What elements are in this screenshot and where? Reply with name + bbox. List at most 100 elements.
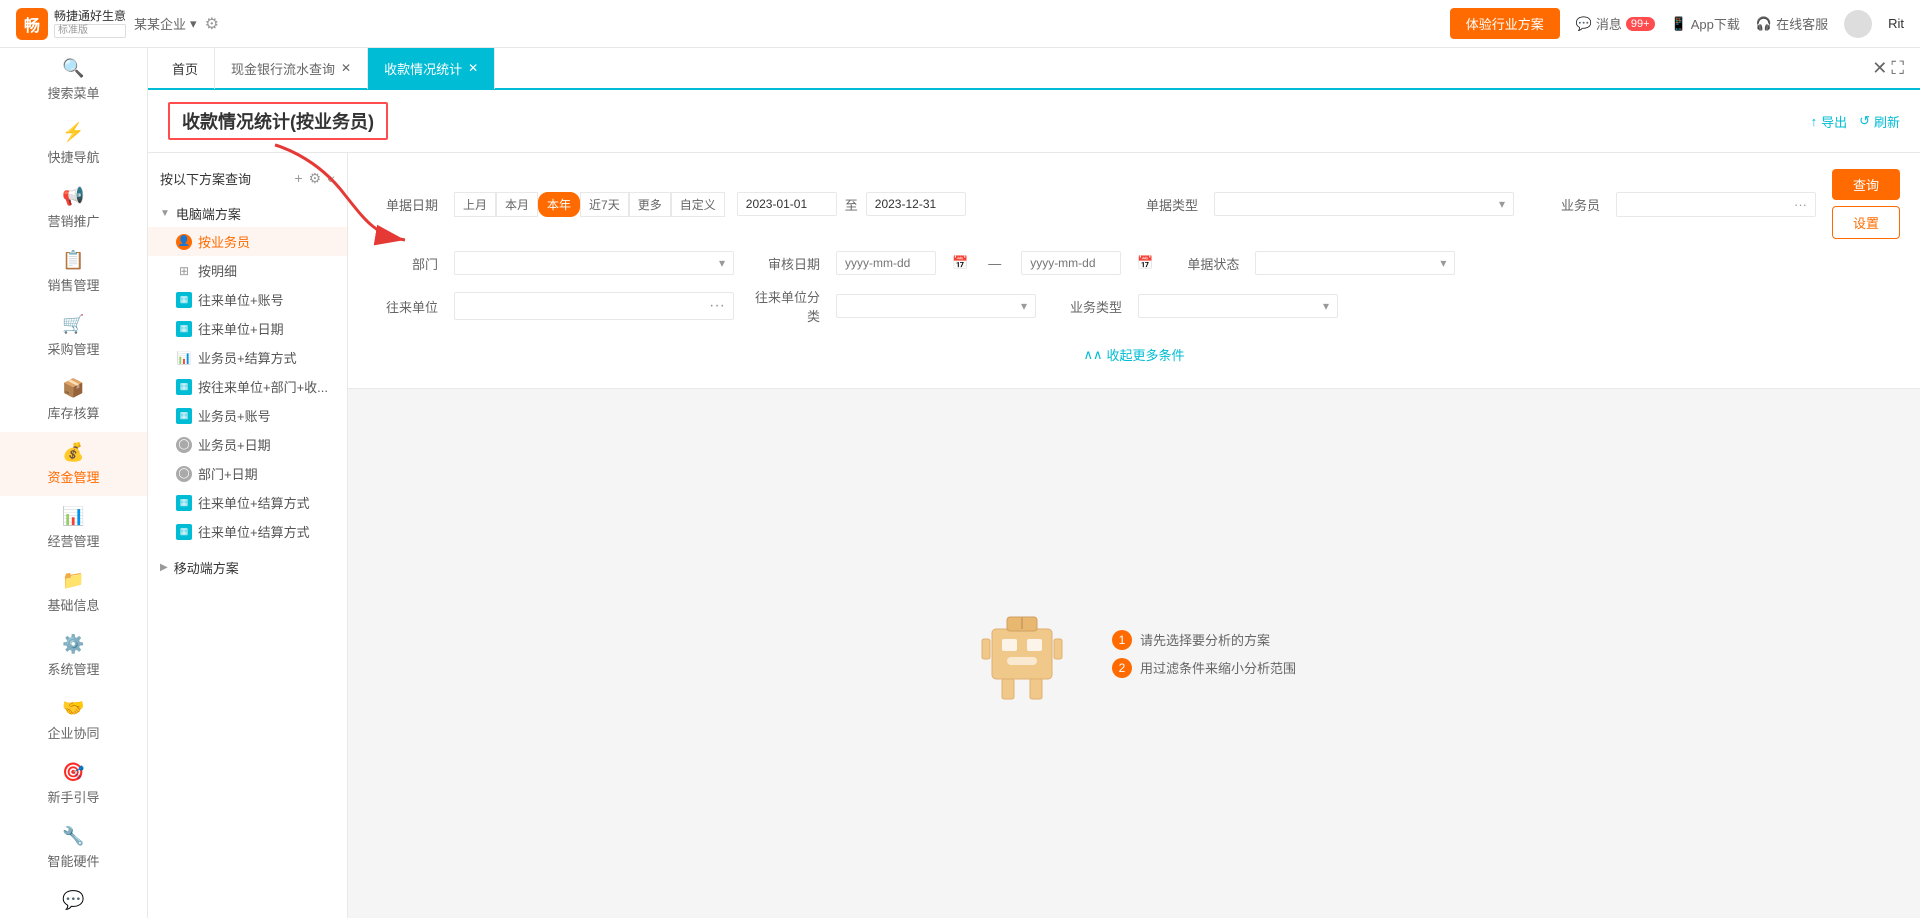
sidebar-item-guide[interactable]: 🎯 新手引导: [0, 752, 147, 816]
logo-area: 畅 畅捷通好生意 标准版: [16, 8, 126, 40]
counterpart-dept-icon: ▦: [176, 379, 192, 395]
date-from-input[interactable]: [737, 192, 837, 216]
tab-fullscreen-icon[interactable]: ⛶: [1891, 58, 1904, 79]
sidebar-item-basic[interactable]: 📁 基础信息: [0, 560, 147, 624]
sidebar-item-quick[interactable]: ⚡ 快捷导航: [0, 112, 147, 176]
scheme-by-salesman[interactable]: 👤 按业务员: [148, 227, 347, 256]
workspace-selector[interactable]: 某某企业 ▾: [134, 14, 197, 33]
mobile-group-header[interactable]: ▶ 移动端方案: [148, 554, 347, 581]
set-button[interactable]: 设置: [1832, 206, 1900, 239]
scheme-salesman-date[interactable]: ◯ 业务员+日期: [148, 430, 347, 459]
step-2-text: 用过滤条件来缩小分析范围: [1140, 658, 1296, 677]
date-filter-group: 上月 本月 本年 近7天 更多 自定义 至: [454, 192, 1112, 217]
desktop-group-header[interactable]: ▼ 电脑端方案: [148, 200, 347, 227]
triangle-right-icon: ▶: [160, 562, 168, 573]
biz-type-label: 业务类型: [1052, 297, 1122, 316]
salesman-select[interactable]: ···: [1616, 192, 1816, 217]
collapse-panel-button[interactable]: «: [327, 170, 335, 187]
scheme-counterpart-settle[interactable]: ▦ 往来单位+结算方式: [148, 488, 347, 517]
scheme-dept-date[interactable]: ◯ 部门+日期: [148, 459, 347, 488]
mobile-scheme-group: ▶ 移动端方案: [148, 550, 347, 585]
add-scheme-button[interactable]: +: [294, 170, 302, 187]
scheme-counterpart-settle2[interactable]: ▦ 往来单位+结算方式: [148, 517, 347, 546]
more-icon: ···: [1794, 197, 1807, 212]
scheme-counterpart-account[interactable]: ▦ 往来单位+账号: [148, 285, 347, 314]
hardware-icon: 🔧: [62, 826, 84, 847]
date-btn-this-year[interactable]: 本年: [538, 192, 580, 217]
sidebar-item-finance[interactable]: 💰 资金管理: [0, 432, 147, 496]
counterpart-date-label: 往来单位+日期: [198, 319, 284, 338]
scheme-salesman-settle[interactable]: 📊 业务员+结算方式: [148, 343, 347, 372]
scheme-settings-button[interactable]: ⚙: [309, 170, 322, 187]
inventory-icon: 📦: [62, 378, 84, 399]
collapse-filter-button[interactable]: ∧∧ 收起更多条件: [368, 337, 1900, 372]
audit-to-input[interactable]: [1021, 251, 1121, 275]
salesman-date-label: 业务员+日期: [198, 435, 271, 454]
audit-to-calendar-icon[interactable]: 📅: [1137, 255, 1153, 271]
empty-step-1: 1 请先选择要分析的方案: [1112, 630, 1296, 650]
scheme-counterpart-dept[interactable]: ▦ 按往来单位+部门+收...: [148, 372, 347, 401]
counterpart-cat-select[interactable]: ▾: [836, 294, 1036, 318]
sidebar-label-search: 搜索菜单: [47, 83, 99, 102]
online-service-label: 在线客服: [1776, 14, 1828, 33]
dept-select[interactable]: ▾: [454, 251, 734, 275]
date-btn-last-month[interactable]: 上月: [454, 192, 496, 217]
detail-scheme-label: 按明细: [198, 261, 237, 280]
system-icon: ⚙️: [62, 634, 84, 655]
query-button[interactable]: 查询: [1832, 169, 1900, 200]
sidebar-item-enterprise[interactable]: 🤝 企业协同: [0, 688, 147, 752]
doc-status-select[interactable]: ▾: [1255, 251, 1455, 275]
app-download-action[interactable]: 📱 App下载: [1671, 14, 1740, 33]
doc-type-select[interactable]: ▾: [1214, 192, 1514, 216]
sidebar-item-system[interactable]: ⚙️ 系统管理: [0, 624, 147, 688]
tab-bank[interactable]: 现金银行流水查询 ✕: [215, 48, 368, 89]
trial-button[interactable]: 体验行业方案: [1450, 8, 1560, 39]
biz-type-chevron: ▾: [1323, 299, 1329, 313]
date-btn-7days[interactable]: 近7天: [580, 192, 629, 217]
messages-action[interactable]: 💬 消息 99+: [1576, 14, 1655, 33]
audit-from-calendar-icon[interactable]: 📅: [952, 255, 968, 271]
page-title: 收款情况统计(按业务员): [168, 102, 388, 140]
scheme-counterpart-date[interactable]: ▦ 往来单位+日期: [148, 314, 347, 343]
tab-close-all-icon[interactable]: ✕: [1872, 58, 1887, 79]
user-avatar[interactable]: [1844, 10, 1872, 38]
date-range-separator: 至: [841, 195, 862, 214]
online-service-action[interactable]: 🎧 在线客服: [1756, 14, 1828, 33]
main-layout: 🔍 搜索菜单 ⚡ 快捷导航 📢 营销推广 📋 销售管理 🛒 采购管理 📦 库存核…: [0, 48, 1920, 918]
doc-status-chevron: ▾: [1440, 256, 1446, 270]
export-button[interactable]: ↑ 导出: [1811, 112, 1848, 131]
tab-home[interactable]: 首页: [156, 48, 215, 89]
detail-scheme-icon: ⊞: [176, 263, 192, 279]
sidebar-item-search[interactable]: 🔍 搜索菜单: [0, 48, 147, 112]
sidebar-item-wechat[interactable]: 💬 企业微信: [0, 880, 147, 918]
scheme-salesman-account[interactable]: ▦ 业务员+账号: [148, 401, 347, 430]
tab-collect[interactable]: 收款情况统计 ✕: [368, 48, 495, 89]
date-btn-more[interactable]: 更多: [629, 192, 671, 217]
biz-type-select[interactable]: ▾: [1138, 294, 1338, 318]
settings-icon[interactable]: ⚙: [205, 14, 219, 34]
scheme-by-detail[interactable]: ⊞ 按明细: [148, 256, 347, 285]
operation-icon: 📊: [62, 506, 84, 527]
refresh-button[interactable]: ↺ 刷新: [1859, 112, 1900, 131]
sidebar-item-inventory[interactable]: 📦 库存核算: [0, 368, 147, 432]
tab-bank-close[interactable]: ✕: [341, 61, 351, 75]
sidebar: 🔍 搜索菜单 ⚡ 快捷导航 📢 营销推广 📋 销售管理 🛒 采购管理 📦 库存核…: [0, 48, 148, 918]
salesman-scheme-icon: 👤: [176, 234, 192, 250]
enterprise-icon: 🤝: [62, 698, 84, 719]
date-label: 单据日期: [368, 195, 438, 214]
sidebar-item-operation[interactable]: 📊 经营管理: [0, 496, 147, 560]
counterpart-more-icon[interactable]: ···: [709, 297, 725, 315]
counterpart-select[interactable]: ···: [454, 292, 734, 320]
sidebar-item-sales[interactable]: 📋 销售管理: [0, 240, 147, 304]
sidebar-item-marketing[interactable]: 📢 营销推广: [0, 176, 147, 240]
date-to-input[interactable]: [866, 192, 966, 216]
sidebar-item-hardware[interactable]: 🔧 智能硬件: [0, 816, 147, 880]
date-quick-btns: 上月 本月 本年 近7天 更多 自定义: [454, 192, 725, 217]
tab-collect-close[interactable]: ✕: [468, 61, 478, 75]
sidebar-item-purchase[interactable]: 🛒 采购管理: [0, 304, 147, 368]
date-btn-this-month[interactable]: 本月: [496, 192, 538, 217]
date-btn-custom[interactable]: 自定义: [671, 192, 725, 217]
collapse-label: 收起更多条件: [1107, 345, 1185, 364]
audit-from-input[interactable]: [836, 251, 936, 275]
logo-icon: 畅: [16, 8, 48, 40]
